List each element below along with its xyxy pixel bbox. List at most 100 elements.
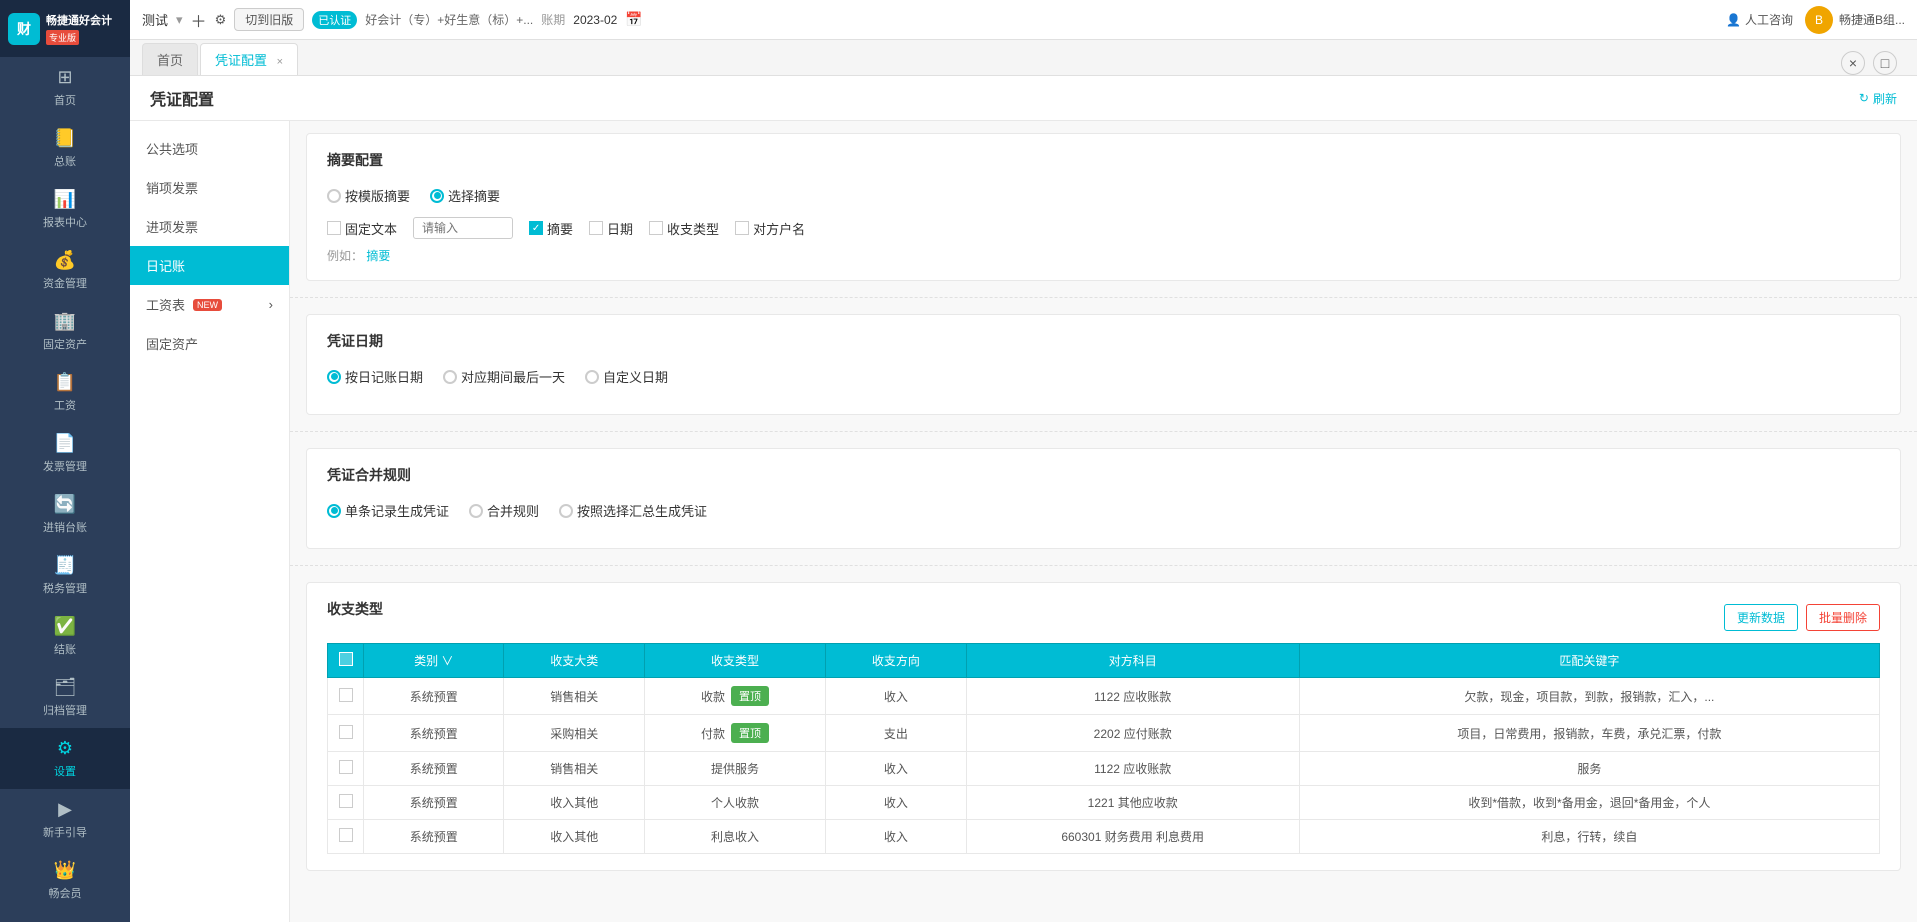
checkbox-summary[interactable]: ✓ 摘要 (529, 219, 573, 238)
tax-label: 税务管理 (43, 580, 87, 596)
window-maximize[interactable]: □ (1873, 51, 1897, 75)
checkbox-counterparty[interactable]: 对方户名 (735, 219, 805, 238)
row-check-2[interactable] (339, 760, 353, 774)
radio-merge-rule[interactable]: 合并规则 (469, 501, 539, 520)
tab-voucher-label: 凭证配置 (215, 53, 267, 68)
radio-journal-date[interactable]: 按日记账日期 (327, 367, 423, 386)
tab-home[interactable]: 首页 (142, 43, 198, 75)
date-title: 凭证日期 (327, 331, 1880, 351)
tab-voucher-close[interactable]: × (277, 56, 283, 68)
consult-button[interactable]: 👤 人工咨询 (1726, 11, 1793, 28)
row-checkbox-3[interactable] (328, 786, 364, 820)
topbar-add[interactable]: ＋ (191, 8, 207, 32)
sidebar-item-fund[interactable]: 💰 资金管理 (0, 240, 130, 301)
example-text: 例如： 摘要 (327, 247, 1880, 264)
user-menu[interactable]: B 畅捷通B组... (1805, 6, 1905, 34)
checkbox-date[interactable]: 日期 (589, 219, 633, 238)
asset-label: 固定资产 (43, 336, 87, 352)
row-direction-1: 支出 (826, 715, 966, 752)
row-direction-4: 收入 (826, 820, 966, 854)
summary-radio-group: 按模版摘要 选择摘要 (327, 186, 1880, 205)
row-checkbox-2[interactable] (328, 752, 364, 786)
radio-custom-date[interactable]: 自定义日期 (585, 367, 668, 386)
logo-text: 畅捷通好会计 专业版 (46, 12, 112, 45)
expand-icon: › (269, 297, 273, 312)
logo-icon: 财 (8, 13, 40, 45)
sidebar-item-member[interactable]: 👑 畅会员 (0, 850, 130, 911)
batch-delete-button[interactable]: 批量删除 (1806, 604, 1880, 631)
report-icon: 📊 (54, 189, 76, 210)
col-checkbox[interactable] (328, 644, 364, 678)
switch-version-button[interactable]: 切到旧版 (234, 8, 304, 31)
calendar-icon[interactable]: 📅 (625, 11, 642, 28)
row-checkbox-4[interactable] (328, 820, 364, 854)
row-check-3[interactable] (339, 794, 353, 808)
payroll-icon: 📋 (54, 372, 76, 393)
row-category-3: 系统预置 (364, 786, 504, 820)
table-row: 系统预置 采购相关 付款 置顶 支出 2202 应付账款 项目，日常费用，报销款… (328, 715, 1880, 752)
left-nav-common-label: 公共选项 (146, 139, 198, 158)
row-checkbox-0[interactable] (328, 678, 364, 715)
radio-period-last[interactable]: 对应期间最后一天 (443, 367, 565, 386)
row-check-4[interactable] (339, 828, 353, 842)
summary-title: 摘要配置 (327, 150, 1880, 170)
radio-template[interactable]: 按模版摘要 (327, 186, 410, 205)
checkbox-counterparty-box (735, 221, 749, 235)
sidebar-item-fixed-asset[interactable]: 固定资产 (130, 324, 289, 363)
sidebar-item-tax[interactable]: 🧾 税务管理 (0, 545, 130, 606)
sidebar-item-archive[interactable]: 🗂 归档管理 (0, 667, 130, 728)
row-major-2: 销售相关 (504, 752, 644, 786)
checkbox-row: 固定文本 ✓ 摘要 日期 收支类型 (327, 217, 1880, 239)
select-all-checkbox[interactable] (339, 652, 353, 666)
radio-template-circle (327, 189, 341, 203)
date-section: 凭证日期 按日记账日期 对应期间最后一天 自定义日期 (306, 314, 1901, 415)
topbar-dropdown[interactable]: ▾ (176, 12, 183, 28)
sidebar-item-invoice-mgmt[interactable]: 📄 发票管理 (0, 423, 130, 484)
row-checkbox-1[interactable] (328, 715, 364, 752)
date-radio-group: 按日记账日期 对应期间最后一天 自定义日期 (327, 367, 1880, 386)
sidebar-item-common[interactable]: 公共选项 (130, 129, 289, 168)
radio-custom-label: 自定义日期 (603, 367, 668, 386)
row-account-2: 1122 应收账款 (966, 752, 1299, 786)
sidebar-item-guide[interactable]: ▶ 新手引导 (0, 789, 130, 850)
sidebar-item-payroll[interactable]: 工资表 NEW › (130, 285, 289, 324)
example-value: 摘要 (366, 249, 390, 263)
refresh-button[interactable]: ↻ 刷新 (1859, 90, 1897, 117)
purchase-label: 进销台账 (43, 519, 87, 535)
checkbox-type[interactable]: 收支类型 (649, 219, 719, 238)
app-logo: 财 畅捷通好会计 专业版 (0, 0, 130, 57)
sidebar-item-report[interactable]: 📊 报表中心 (0, 179, 130, 240)
table-row: 系统预置 销售相关 收款 置顶 收入 1122 应收账款 欠款，现金，项目款，到… (328, 678, 1880, 715)
sidebar-item-settings[interactable]: ⚙ 设置 (0, 728, 130, 789)
sidebar-item-asset[interactable]: 🏢 固定资产 (0, 301, 130, 362)
topbar-settings-icon[interactable]: ⚙ (215, 12, 227, 28)
sidebar-item-purchase[interactable]: 🔄 进销台账 (0, 484, 130, 545)
member-icon: 👑 (54, 860, 76, 881)
row-check-0[interactable] (339, 688, 353, 702)
sidebar-item-daily-ledger[interactable]: 日记账 (130, 246, 289, 285)
reset-tag-1[interactable]: 置顶 (731, 723, 769, 743)
fixed-text-input[interactable] (413, 217, 513, 239)
radio-select-circle (430, 189, 444, 203)
checkbox-fixed-text[interactable]: 固定文本 (327, 219, 397, 238)
main-content: 公共选项 销项发票 进项发票 日记账 工资表 NEW › 固定资产 (130, 121, 1917, 922)
reset-tag-0[interactable]: 置顶 (731, 686, 769, 706)
radio-single[interactable]: 单条记录生成凭证 (327, 501, 449, 520)
window-close[interactable]: × (1841, 51, 1865, 75)
checkbox-type-label: 收支类型 (667, 219, 719, 238)
col-income-type: 收支类型 (644, 644, 825, 678)
tab-voucher-config[interactable]: 凭证配置 × (200, 43, 298, 75)
row-major-0: 销售相关 (504, 678, 644, 715)
sidebar-item-purchase-invoice[interactable]: 进项发票 (130, 207, 289, 246)
user-avatar: B (1805, 6, 1833, 34)
sidebar-item-sales-invoice[interactable]: 销项发票 (130, 168, 289, 207)
row-check-1[interactable] (339, 725, 353, 739)
radio-select[interactable]: 选择摘要 (430, 186, 500, 205)
sidebar-item-ledger[interactable]: 📒 总账 (0, 118, 130, 179)
sidebar-item-payroll[interactable]: 📋 工资 (0, 362, 130, 423)
sidebar-item-settle[interactable]: ✅ 结账 (0, 606, 130, 667)
radio-selected-total[interactable]: 按照选择汇总生成凭证 (559, 501, 707, 520)
sidebar-item-home[interactable]: ⊞ 首页 (0, 57, 130, 118)
page-header: 凭证配置 ↻ 刷新 (130, 76, 1917, 121)
update-data-button[interactable]: 更新数据 (1724, 604, 1798, 631)
